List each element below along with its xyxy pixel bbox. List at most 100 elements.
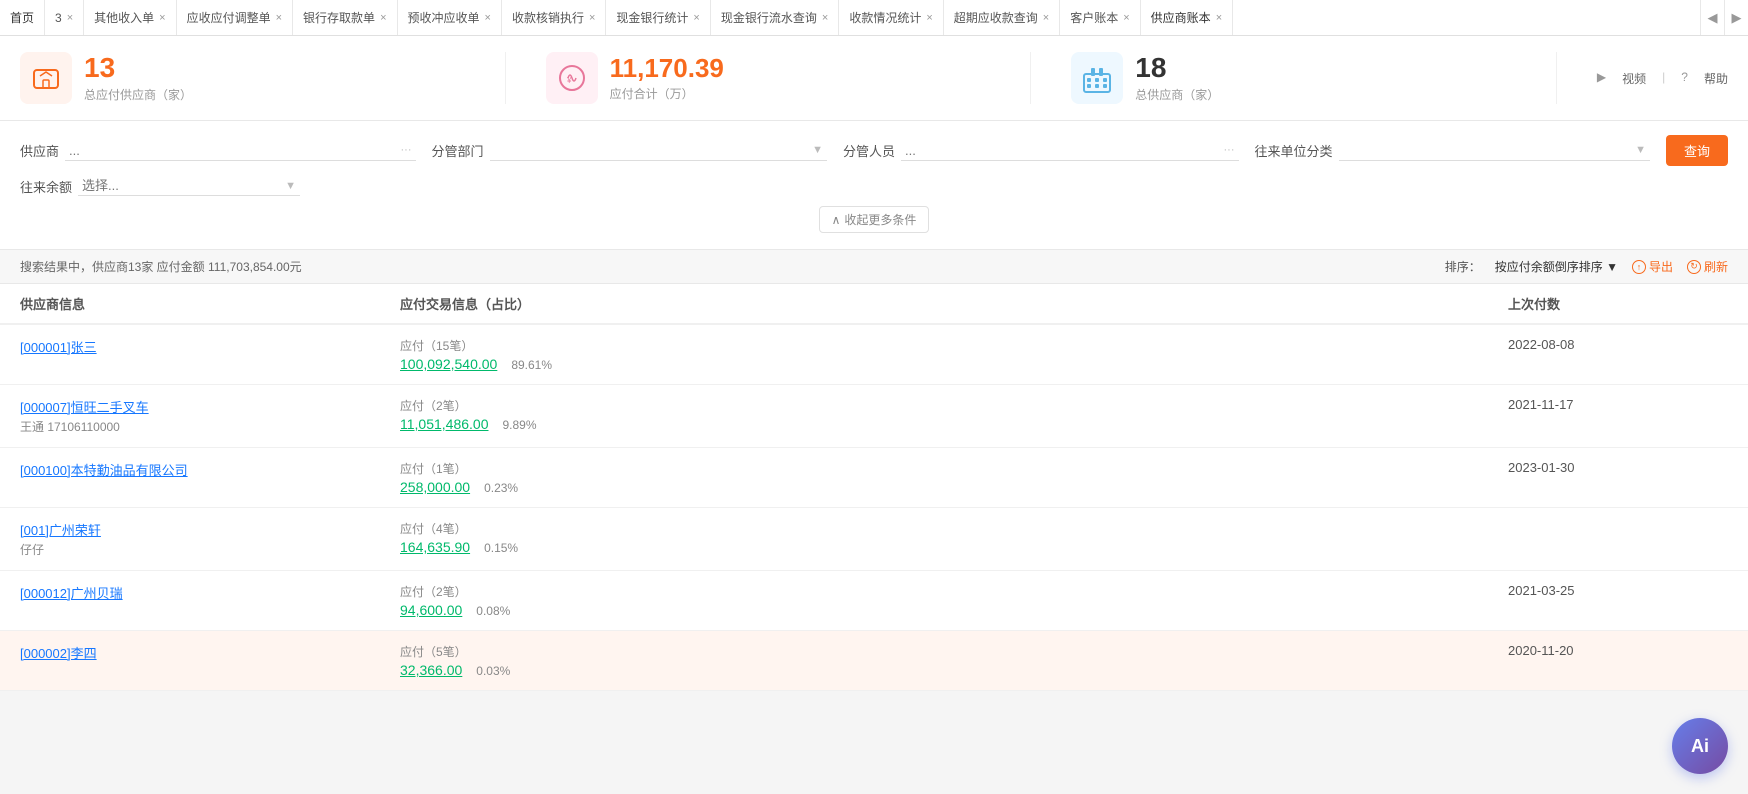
svg-text:¥: ¥ xyxy=(566,76,572,85)
collapse-button[interactable]: ∧ 收起更多条件 xyxy=(819,206,930,233)
nav-tab-collection-stat[interactable]: 收款情况统计 × xyxy=(839,0,943,35)
balance-input[interactable] xyxy=(82,178,285,193)
nav-tab-other-income-label: 其他收入单 xyxy=(94,9,154,26)
nav-tab-other-income[interactable]: 其他收入单 × xyxy=(84,0,176,35)
supplier-link[interactable]: [000007]恒旺二手叉车 xyxy=(20,397,400,416)
nav-tab-collection-exec-close[interactable]: × xyxy=(589,12,595,24)
filter-balance-input-wrap[interactable]: ▼ xyxy=(78,176,300,196)
supplier-cell: [000012]广州贝瑞 xyxy=(20,583,400,602)
filter-person-input-wrap[interactable]: ··· xyxy=(901,141,1238,161)
filter-category-input-wrap[interactable]: ▼ xyxy=(1339,141,1650,161)
table-row[interactable]: [001]广州荣轩 仔仔 应付（4笔） 164,635.90 0.15% xyxy=(0,508,1748,571)
nav-tab-customer-account-close[interactable]: × xyxy=(1123,12,1129,24)
nav-tab-bank-deposit[interactable]: 银行存取款单 × xyxy=(293,0,397,35)
last-pay-date: 2020-11-20 xyxy=(1508,643,1574,658)
trans-row: 11,051,486.00 9.89% xyxy=(400,416,1508,432)
refresh-icon: ↻ xyxy=(1687,260,1701,274)
nav-tab-overdue-query[interactable]: 超期应收款查询 × xyxy=(944,0,1060,35)
col-header-lastpay: 上次付数 xyxy=(1508,294,1728,313)
separator: | xyxy=(1662,70,1665,87)
ai-badge[interactable]: Ai xyxy=(1672,718,1728,774)
category-input[interactable] xyxy=(1343,143,1636,158)
table-row[interactable]: [000100]本特勤油品有限公司 应付（1笔） 258,000.00 0.23… xyxy=(0,448,1748,508)
balance-input-chev: ▼ xyxy=(285,180,296,192)
nav-tab-prepay-verify-close[interactable]: × xyxy=(485,12,491,24)
top-navigation: 首页 3 × 其他收入单 × 应收应付调整单 × 银行存取款单 × 预收冲应收单… xyxy=(0,0,1748,36)
dept-input[interactable] xyxy=(494,143,813,158)
supplier-link[interactable]: [000100]本特勤油品有限公司 xyxy=(20,460,400,479)
last-pay-date: 2021-03-25 xyxy=(1508,583,1575,598)
supplier-link[interactable]: [000001]张三 xyxy=(20,337,400,356)
supplier-input[interactable] xyxy=(69,143,400,158)
stat-num-3: 18 xyxy=(1135,53,1219,84)
transaction-cell: 应付（2笔） 94,600.00 0.08% xyxy=(400,583,1508,618)
nav-tab-prepay-verify[interactable]: 预收冲应收单 × xyxy=(398,0,502,35)
trans-amount[interactable]: 258,000.00 xyxy=(400,479,470,495)
transaction-cell: 应付（2笔） 11,051,486.00 9.89% xyxy=(400,397,1508,432)
nav-tab-cash-bank-stat[interactable]: 现金银行统计 × xyxy=(606,0,710,35)
nav-tab-home[interactable]: 首页 xyxy=(0,0,45,35)
table-header: 供应商信息 应付交易信息（占比） 上次付数 xyxy=(0,284,1748,325)
table-row[interactable]: [000002]李四 应付（5笔） 32,366.00 0.03% 2020-1… xyxy=(0,631,1748,691)
nav-tab-supplier-account-label: 供应商账本 xyxy=(1151,9,1211,26)
refresh-button[interactable]: ↻ 刷新 xyxy=(1687,258,1728,275)
nav-tab-3-close[interactable]: × xyxy=(67,12,73,24)
refresh-label: 刷新 xyxy=(1704,258,1728,275)
trans-amount[interactable]: 94,600.00 xyxy=(400,602,462,618)
stat-text-2: 11,170.39 应付合计（万） xyxy=(610,54,724,103)
nav-tab-collection-exec[interactable]: 收款核销执行 × xyxy=(502,0,606,35)
ai-label: Ai xyxy=(1691,736,1709,757)
export-button[interactable]: ↑ 导出 xyxy=(1632,258,1673,275)
supplier-link[interactable]: [000012]广州贝瑞 xyxy=(20,583,400,602)
nav-tab-3[interactable]: 3 × xyxy=(45,0,84,35)
nav-tab-ap-adjust[interactable]: 应收应付调整单 × xyxy=(177,0,293,35)
trans-amount[interactable]: 11,051,486.00 xyxy=(400,416,489,432)
trans-label: 应付（4笔） xyxy=(400,520,1508,537)
filter-dept: 分管部门 ▼ xyxy=(432,141,828,161)
supplier-cell: [000007]恒旺二手叉车 王通 17106110000 xyxy=(20,397,400,435)
stat-icon-2: ¥ xyxy=(546,52,598,104)
stat-text-1: 13 总应付供应商（家） xyxy=(84,53,192,104)
nav-tab-overdue-query-close[interactable]: × xyxy=(1043,12,1049,24)
nav-tab-collection-stat-label: 收款情况统计 xyxy=(849,9,921,26)
nav-tab-cash-bank-stat-label: 现金银行统计 xyxy=(616,9,688,26)
table-row-inner: [000001]张三 应付（15笔） 100,092,540.00 89.61%… xyxy=(20,337,1728,372)
nav-tab-home-label: 首页 xyxy=(10,9,34,26)
trans-amount[interactable]: 32,366.00 xyxy=(400,662,462,678)
trans-label: 应付（2笔） xyxy=(400,583,1508,600)
nav-tab-collection-stat-close[interactable]: × xyxy=(926,12,932,24)
nav-tab-cash-bank-flow[interactable]: 现金银行流水查询 × xyxy=(711,0,839,35)
nav-tab-cash-bank-flow-close[interactable]: × xyxy=(822,12,828,24)
nav-tab-cash-bank-stat-close[interactable]: × xyxy=(693,12,699,24)
nav-tab-other-income-close[interactable]: × xyxy=(159,12,165,24)
search-button[interactable]: 查询 xyxy=(1666,135,1728,166)
person-input[interactable] xyxy=(905,143,1223,158)
help-icon: ? xyxy=(1681,70,1688,87)
lastpay-cell: 2020-11-20 xyxy=(1508,643,1728,658)
table-row[interactable]: [000012]广州贝瑞 应付（2笔） 94,600.00 0.08% 2021… xyxy=(0,571,1748,631)
nav-arrow-left[interactable]: ◀ xyxy=(1700,0,1724,36)
stat-block-1: 13 总应付供应商（家） xyxy=(20,52,506,104)
supplier-link[interactable]: [001]广州荣轩 xyxy=(20,520,400,539)
nav-arrow-right[interactable]: ▶ xyxy=(1724,0,1748,36)
trans-amount[interactable]: 164,635.90 xyxy=(400,539,470,555)
video-link[interactable]: 视频 xyxy=(1622,70,1646,87)
nav-arrows: ◀ ▶ xyxy=(1700,0,1748,36)
table-row[interactable]: [000007]恒旺二手叉车 王通 17106110000 应付（2笔） 11,… xyxy=(0,385,1748,448)
nav-tab-ap-adjust-close[interactable]: × xyxy=(276,12,282,24)
nav-tab-supplier-account[interactable]: 供应商账本 × xyxy=(1141,0,1233,35)
supplier-cell: [000001]张三 xyxy=(20,337,400,356)
trans-row: 100,092,540.00 89.61% xyxy=(400,356,1508,372)
trans-amount[interactable]: 100,092,540.00 xyxy=(400,356,497,372)
nav-tab-supplier-account-close[interactable]: × xyxy=(1216,12,1222,24)
filter-dept-label: 分管部门 xyxy=(432,141,484,160)
table-row[interactable]: [000001]张三 应付（15笔） 100,092,540.00 89.61%… xyxy=(0,325,1748,385)
sort-value[interactable]: 按应付余额倒序排序 ▼ xyxy=(1495,258,1618,275)
nav-tab-bank-deposit-close[interactable]: × xyxy=(380,12,386,24)
filter-dept-input-wrap[interactable]: ▼ xyxy=(490,141,827,161)
table-row-inner: [001]广州荣轩 仔仔 应付（4笔） 164,635.90 0.15% xyxy=(20,520,1728,558)
filter-supplier-input-wrap[interactable]: ··· xyxy=(65,141,415,161)
nav-tab-customer-account[interactable]: 客户账本 × xyxy=(1060,0,1140,35)
supplier-link[interactable]: [000002]李四 xyxy=(20,643,400,662)
help-link[interactable]: 帮助 xyxy=(1704,70,1728,87)
